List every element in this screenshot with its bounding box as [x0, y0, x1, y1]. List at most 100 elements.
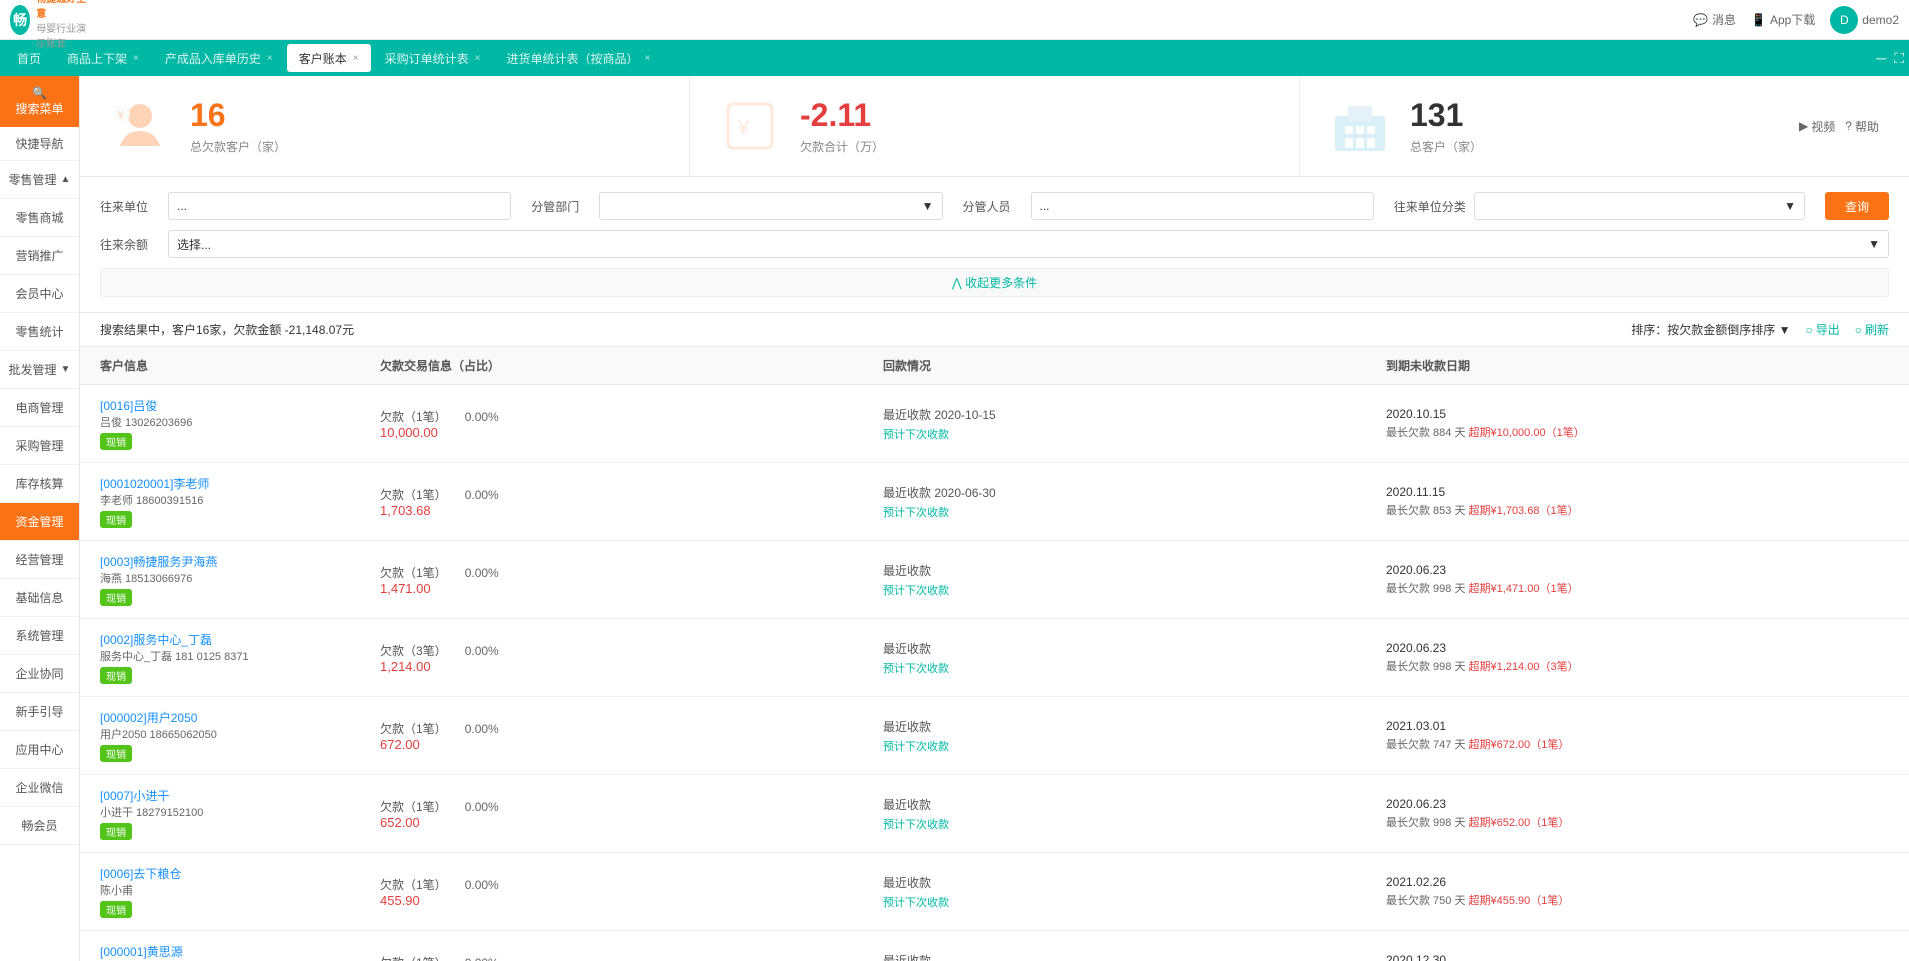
close-icon[interactable]: ×: [267, 53, 273, 64]
overdue-cell: 2020.06.23 最长欠款 998 天 超期¥652.00（1笔）: [1386, 797, 1889, 830]
result-info: 搜索结果中，客户16家，欠款金额 -21,148.07元: [100, 321, 354, 338]
sidebar-item-guide[interactable]: 新手引导: [0, 693, 79, 731]
debt-amount: 10,000.00: [380, 425, 447, 440]
app-download-btn[interactable]: 📱 App下载: [1751, 11, 1815, 28]
sidebar-item-enterprise[interactable]: 企业协同: [0, 655, 79, 693]
sidebar-item-retail-stats[interactable]: 零售统计: [0, 313, 79, 351]
customer-name-link[interactable]: [0002]服务中心_丁磊: [100, 633, 212, 647]
overdue-days: 最长欠款 747 天: [1386, 739, 1465, 751]
user-avatar[interactable]: D demo2: [1830, 6, 1899, 34]
person-input[interactable]: ...: [1031, 192, 1374, 220]
close-icon[interactable]: ×: [353, 53, 359, 64]
table-row: [0003]畅捷服务尹海燕 海燕 18513066976 现销 欠款（1笔） 1…: [80, 541, 1909, 619]
department-select[interactable]: ▼: [599, 192, 942, 220]
tab-purchase-order[interactable]: 采购订单统计表 ×: [373, 44, 493, 72]
sidebar-item-finance[interactable]: 资金管理: [0, 503, 79, 541]
tab-home[interactable]: 首页: [5, 44, 53, 72]
category-select[interactable]: ▼: [1474, 192, 1805, 220]
debt-cell: 欠款（1笔） 672.00 0.00%: [380, 720, 883, 752]
due-date: 2021.02.26: [1386, 875, 1889, 889]
card2-label: 欠款合计（万）: [800, 138, 884, 155]
debt-count: 欠款（1笔）: [380, 876, 447, 893]
sidebar-item-basic-info[interactable]: 基础信息: [0, 579, 79, 617]
refresh-btn[interactable]: ○ 刷新: [1855, 321, 1889, 338]
overdue-link[interactable]: 超期¥1,214.00（3笔）: [1469, 661, 1579, 673]
close-icon[interactable]: ×: [133, 53, 139, 64]
tab-finished-goods[interactable]: 产成品入库单历史 ×: [153, 44, 285, 72]
mobile-icon: 📱: [1751, 13, 1766, 27]
customer-name-link[interactable]: [0007]小进干: [100, 789, 169, 803]
main-content: ¥ 16 总欠款客户（家） ¥ -2.11 欠款合计（: [80, 76, 1909, 961]
overdue-days: 最长欠款 853 天: [1386, 505, 1465, 517]
overdue-link[interactable]: 超期¥1,703.68（1笔）: [1469, 505, 1579, 517]
debt-cell: 欠款（1笔） 1,703.68 0.00%: [380, 486, 883, 518]
customer-name-link[interactable]: [0003]畅捷服务尹海燕: [100, 555, 217, 569]
customer-name-link[interactable]: [0016]吕俊: [100, 399, 157, 413]
sidebar-item-app-center[interactable]: 应用中心: [0, 731, 79, 769]
table-row: [0002]服务中心_丁磊 服务中心_丁磊 181 0125 8371 现销 欠…: [80, 619, 1909, 697]
debt-amount: 455.90: [380, 893, 447, 908]
sidebar-item-system[interactable]: 系统管理: [0, 617, 79, 655]
overdue-link[interactable]: 超期¥672.00（1笔）: [1469, 739, 1570, 751]
source-unit-input[interactable]: ...: [168, 192, 511, 220]
overdue-link[interactable]: 超期¥1,471.00（1笔）: [1469, 583, 1579, 595]
sidebar-item-retail-mgmt[interactable]: 零售管理 ▲: [0, 161, 79, 199]
tab-customer-ledger[interactable]: 客户账本 ×: [287, 44, 371, 72]
tab-product-listing[interactable]: 商品上下架 ×: [55, 44, 151, 72]
tab-purchase-stats[interactable]: 进货单统计表（按商品） ×: [494, 44, 662, 72]
source-unit-placeholder: ...: [177, 199, 187, 213]
customer-name-link[interactable]: [0001020001]李老师: [100, 477, 209, 491]
debt-amount: 1,703.68: [380, 503, 447, 518]
sidebar-item-retail-mall[interactable]: 零售商城: [0, 199, 79, 237]
filter-source-unit: 往来单位 ...: [100, 192, 511, 220]
customer-info-cell: [0002]服务中心_丁磊 服务中心_丁磊 181 0125 8371 现销: [100, 631, 380, 684]
maximize-btn[interactable]: ⛶: [1894, 50, 1904, 67]
sidebar-item-inventory[interactable]: 库存核算: [0, 465, 79, 503]
top-bar: 畅 畅捷通好生意 母婴行业演示账套 💬 消息 📱 App下载 D demo2: [0, 0, 1909, 40]
sidebar-item-member[interactable]: 会员中心: [0, 275, 79, 313]
result-bar: 搜索结果中，客户16家，欠款金额 -21,148.07元 排序：按欠款金额倒序排…: [80, 313, 1909, 347]
minimize-btn[interactable]: ─: [1876, 50, 1886, 67]
overdue-link[interactable]: 超期¥455.90（1笔）: [1469, 895, 1570, 907]
debt-amount: 1,471.00: [380, 581, 447, 596]
tab-end-buttons: ─ ⛶: [1876, 50, 1904, 67]
close-icon[interactable]: ×: [644, 53, 650, 64]
sidebar-item-quick-nav[interactable]: 快捷导航: [0, 127, 79, 161]
debt-cell: 欠款（1笔） 1,471.00 0.00%: [380, 564, 883, 596]
collect-next: 预计下次收款: [883, 738, 1386, 754]
overdue-link[interactable]: 超期¥652.00（1笔）: [1469, 817, 1570, 829]
filter-label-dept: 分管部门: [531, 198, 591, 215]
customer-tag: 现销: [100, 901, 132, 918]
collect-cell: 最近收款 预计下次收款: [883, 640, 1386, 676]
balance-select[interactable]: 选择... ▼: [168, 230, 1889, 258]
overdue-cell: 2020.12.30 最长欠款 808 天 超期¥429.00（1笔）: [1386, 953, 1889, 961]
collect-cell: 最近收款 预计下次收款: [883, 718, 1386, 754]
sidebar-item-chang-member[interactable]: 畅会员: [0, 807, 79, 845]
sidebar-item-purchase-mgmt[interactable]: 采购管理: [0, 427, 79, 465]
customer-phone: 用户2050 18665062050: [100, 726, 380, 742]
table-row: [0006]去下粮仓 陈小甫 现销 欠款（1笔） 455.90 0.00% 最近…: [80, 853, 1909, 931]
customer-name-link[interactable]: [0006]去下粮仓: [100, 867, 181, 881]
customer-tag: 现销: [100, 667, 132, 684]
header-collection: 回款情况: [883, 357, 1386, 374]
video-btn[interactable]: ▶ 视频: [1799, 118, 1835, 135]
sidebar-item-ecommerce[interactable]: 电商管理: [0, 389, 79, 427]
collapse-btn[interactable]: ⋀ 收起更多条件: [100, 268, 1889, 297]
sidebar-item-search-menu[interactable]: 🔍 搜索菜单: [0, 76, 79, 127]
debtors-icon: ¥: [110, 96, 170, 156]
message-btn[interactable]: 💬 消息: [1693, 11, 1736, 28]
close-icon[interactable]: ×: [475, 53, 481, 64]
table-row: [0016]吕俊 吕俊 13026203696 现销 欠款（1笔） 10,000…: [80, 385, 1909, 463]
help-btn[interactable]: ? 帮助: [1845, 118, 1879, 135]
customer-name-link[interactable]: [000002]用户2050: [100, 711, 197, 725]
sidebar-item-operations[interactable]: 经营管理: [0, 541, 79, 579]
customer-name-link[interactable]: [000001]黄思源: [100, 945, 183, 959]
customer-phone: 小进干 18279152100: [100, 804, 380, 820]
sidebar-item-marketing[interactable]: 营销推广: [0, 237, 79, 275]
sidebar-item-wholesale-mgmt[interactable]: 批发管理 ▼: [0, 351, 79, 389]
query-button[interactable]: 查询: [1825, 192, 1889, 220]
export-btn[interactable]: ○ 导出: [1805, 321, 1839, 338]
filter-department: 分管部门 ▼: [531, 192, 942, 220]
sidebar-item-wechat[interactable]: 企业微信: [0, 769, 79, 807]
overdue-link[interactable]: 超期¥10,000.00（1笔）: [1469, 427, 1585, 439]
